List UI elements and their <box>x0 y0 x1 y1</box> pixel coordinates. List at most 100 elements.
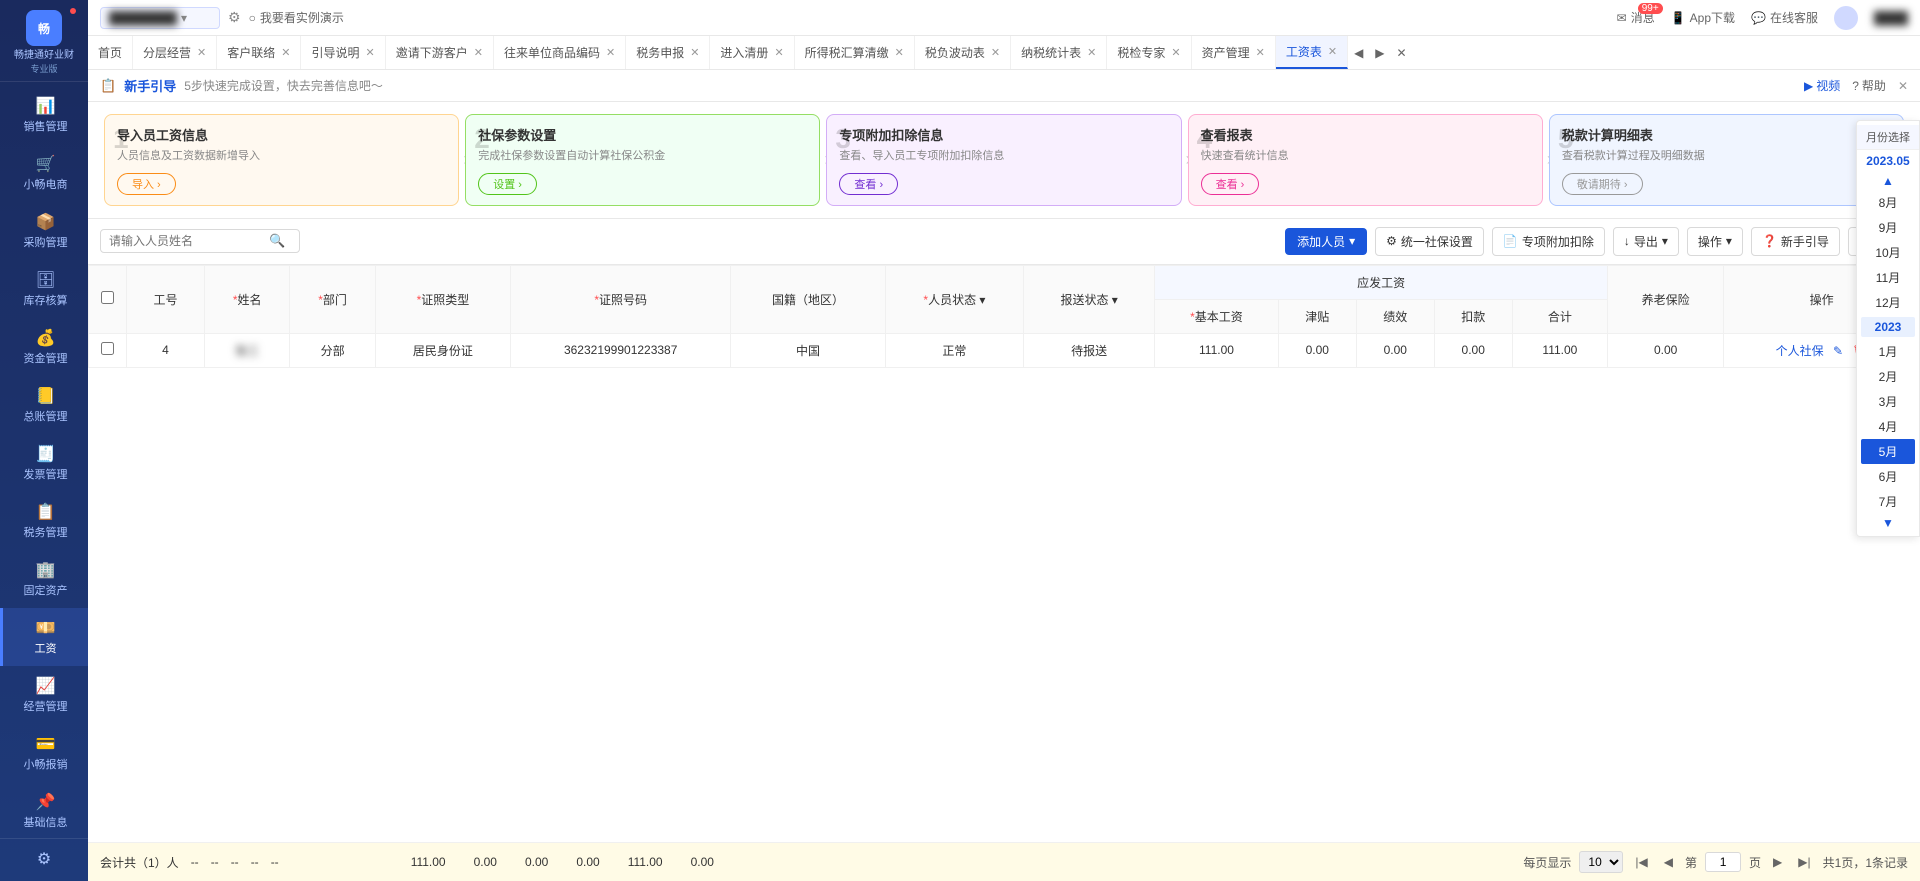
avatar[interactable] <box>1834 6 1858 30</box>
month-up-btn[interactable]: ▲ <box>1857 172 1919 190</box>
tab-close-icon[interactable]: ✕ <box>366 46 375 59</box>
search-input[interactable] <box>109 234 269 248</box>
operations-button[interactable]: 操作 ▾ <box>1687 227 1743 256</box>
sidebar-item-基础信息[interactable]: 📌 基础信息 <box>0 782 88 838</box>
month-item-7月[interactable]: 7月 <box>1857 489 1919 514</box>
tab-close-icon[interactable]: ✕ <box>690 46 699 59</box>
tab-close-icon[interactable]: ✕ <box>197 46 206 59</box>
select-all-checkbox[interactable] <box>101 291 114 304</box>
tab-prev-btn[interactable]: ◀ <box>1348 36 1369 69</box>
tab-close-icon[interactable]: ✕ <box>281 46 290 59</box>
per-page-select[interactable]: 10 20 50 <box>1579 851 1623 873</box>
month-item-5月[interactable]: 5月 <box>1861 439 1915 464</box>
sidebar-icon: 🛒 <box>36 154 56 174</box>
month-item-11月[interactable]: 11月 <box>1857 265 1919 290</box>
month-item-2月[interactable]: 2月 <box>1857 364 1919 389</box>
sidebar-item-资金管理[interactable]: 💰 资金管理 <box>0 318 88 376</box>
month-item-9月[interactable]: 9月 <box>1857 215 1919 240</box>
first-page-btn[interactable]: |◀ <box>1631 853 1651 871</box>
guide-close-icon[interactable]: ✕ <box>1898 79 1908 93</box>
sidebar-item-工资[interactable]: 💴 工资 <box>0 608 88 666</box>
guide-video-link[interactable]: ▶ 视频 <box>1804 77 1840 94</box>
month-down-btn[interactable]: ▼ <box>1857 514 1919 532</box>
tab-close-icon[interactable]: ✕ <box>1256 46 1265 59</box>
tab-close-icon[interactable]: ✕ <box>774 46 783 59</box>
tab-资产管理[interactable]: 资产管理✕ <box>1192 36 1276 69</box>
tab-close-icon[interactable]: ✕ <box>1328 45 1337 58</box>
tab-close-icon[interactable]: ✕ <box>1171 46 1180 59</box>
online-service-button[interactable]: 💬 在线客服 <box>1751 9 1818 26</box>
personal-social-ins-link[interactable]: 个人社保 <box>1776 344 1824 358</box>
add-person-button[interactable]: 添加人员 ▾ <box>1285 228 1367 255</box>
sidebar-item-小畅报销[interactable]: 💳 小畅报销 <box>0 724 88 782</box>
sidebar-item-税务管理[interactable]: 📋 税务管理 <box>0 492 88 550</box>
tab-next-btn[interactable]: ▶ <box>1369 36 1390 69</box>
guide-help-link[interactable]: ? 帮助 <box>1852 77 1886 94</box>
tab-close-all-btn[interactable]: ✕ <box>1391 36 1413 69</box>
step-title: 专项附加扣除信息 <box>839 125 1168 144</box>
month-item-10月[interactable]: 10月 <box>1857 240 1919 265</box>
tab-close-icon[interactable]: ✕ <box>474 46 483 59</box>
month-item-12月[interactable]: 12月 <box>1857 290 1919 315</box>
row-checkbox[interactable] <box>101 342 114 355</box>
step-btn[interactable]: 查看 › <box>1201 173 1260 195</box>
username[interactable]: ████ <box>1874 11 1908 25</box>
tab-邀请下游客户[interactable]: 邀请下游客户✕ <box>386 36 494 69</box>
sidebar-item-发票管理[interactable]: 🧾 发票管理 <box>0 434 88 492</box>
last-page-btn[interactable]: ▶| <box>1794 853 1814 871</box>
sidebar-settings[interactable]: ⚙ <box>0 838 88 881</box>
tab-往来单位商品编码[interactable]: 往来单位商品编码 ✕ <box>494 36 626 69</box>
tab-close-icon[interactable]: ✕ <box>1087 46 1096 59</box>
month-item-1月[interactable]: 1月 <box>1857 339 1919 364</box>
tab-进入清册[interactable]: 进入清册✕ <box>710 36 794 69</box>
month-item-3月[interactable]: 3月 <box>1857 389 1919 414</box>
row-checkbox-cell <box>89 333 127 367</box>
tab-税负波动表[interactable]: 税负波动表✕ <box>915 36 1011 69</box>
tab-首页[interactable]: 首页 <box>88 36 133 69</box>
special-deduct-button[interactable]: 📄 专项附加扣除 <box>1492 227 1605 256</box>
unified-settings-button[interactable]: ⚙ 统一社保设置 <box>1375 227 1484 256</box>
step-btn[interactable]: 敬请期待 › <box>1562 173 1643 195</box>
sidebar-item-经营管理[interactable]: 📈 经营管理 <box>0 666 88 724</box>
tab-close-icon[interactable]: ✕ <box>895 46 904 59</box>
new-guide-button[interactable]: ❓ 新手引导 <box>1751 227 1840 256</box>
month-item-4月[interactable]: 4月 <box>1857 414 1919 439</box>
tab-close-icon[interactable]: ✕ <box>991 46 1000 59</box>
demo-link[interactable]: ○ 我要看实例演示 <box>249 9 344 26</box>
tab-税务申报[interactable]: 税务申报✕ <box>626 36 710 69</box>
page-input[interactable] <box>1705 852 1741 872</box>
msg-button[interactable]: ✉ 消息 99+ <box>1617 9 1655 26</box>
sidebar-item-销售管理[interactable]: 📊 销售管理 <box>0 86 88 144</box>
sidebar-item-固定资产[interactable]: 🏢 固定资产 <box>0 550 88 608</box>
th-id-no: *证照号码 <box>511 265 731 333</box>
next-page-btn[interactable]: ▶ <box>1769 853 1786 871</box>
tab-close-icon[interactable]: ✕ <box>606 46 615 59</box>
sidebar-item-采购管理[interactable]: 📦 采购管理 <box>0 202 88 260</box>
company-selector[interactable]: ████████ ▾ <box>100 7 220 29</box>
tab-引导说明[interactable]: 引导说明✕ <box>301 36 385 69</box>
app-download-button[interactable]: 📱 App下载 <box>1671 9 1735 26</box>
header-settings-icon[interactable]: ⚙ <box>228 9 241 26</box>
tab-纳税统计表[interactable]: 纳税统计表✕ <box>1011 36 1107 69</box>
step-btn[interactable]: 设置 › <box>478 173 537 195</box>
edit-link[interactable]: ✎ <box>1833 344 1843 358</box>
msg-badge: 99+ <box>1638 3 1663 14</box>
sidebar-item-库存核算[interactable]: 🗄 库存核算 <box>0 260 88 318</box>
search-icon[interactable]: 🔍 <box>269 233 285 249</box>
month-item-8月[interactable]: 8月 <box>1857 190 1919 215</box>
tab-工资表[interactable]: 工资表✕ <box>1276 36 1348 69</box>
month-item-6月[interactable]: 6月 <box>1857 464 1919 489</box>
tab-所得税汇算清缴[interactable]: 所得税汇算清缴✕ <box>795 36 915 69</box>
step-btn[interactable]: 查看 › <box>839 173 898 195</box>
tab-分层经营[interactable]: 分层经营✕ <box>133 36 217 69</box>
tab-税检专家[interactable]: 税检专家✕ <box>1107 36 1191 69</box>
sidebar-item-总账管理[interactable]: 📒 总账管理 <box>0 376 88 434</box>
step-desc: 查看、导入员工专项附加扣除信息 <box>839 148 1168 165</box>
export-button[interactable]: ↓ 导出 ▾ <box>1613 227 1679 256</box>
tab-label: 往来单位商品编码 <box>504 44 600 61</box>
sidebar-item-小畅电商[interactable]: 🛒 小畅电商 <box>0 144 88 202</box>
sidebar-item-label: 小畅电商 <box>24 176 68 192</box>
tab-客户联络[interactable]: 客户联络✕ <box>217 36 301 69</box>
prev-page-btn[interactable]: ◀ <box>1660 853 1677 871</box>
step-btn[interactable]: 导入 › <box>117 173 176 195</box>
